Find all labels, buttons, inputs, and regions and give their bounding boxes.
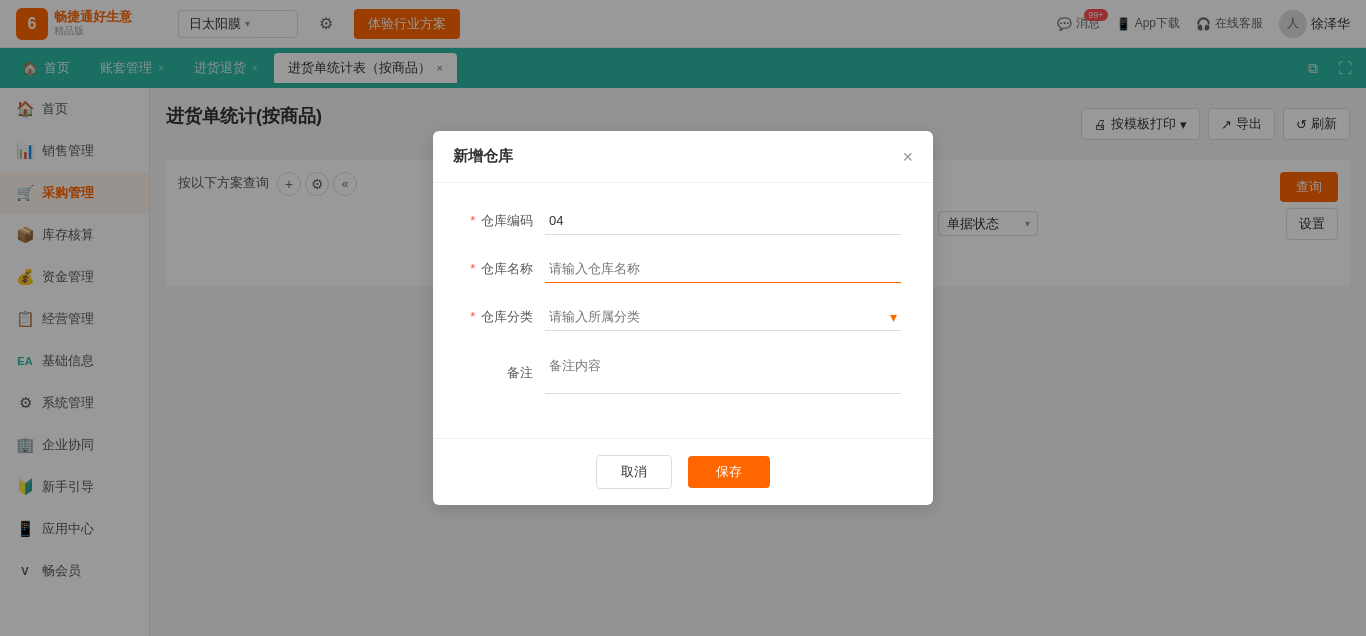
warehouse-category-select-wrap: ▾ (545, 303, 901, 331)
warehouse-name-row: * 仓库名称 (465, 255, 901, 283)
warehouse-code-input[interactable] (545, 207, 901, 235)
dialog-header: 新增仓库 × (433, 131, 933, 183)
required-star-name: * (470, 261, 475, 276)
required-star-category: * (470, 309, 475, 324)
new-warehouse-dialog: 新增仓库 × * 仓库编码 * 仓库名称 (433, 131, 933, 505)
cancel-button[interactable]: 取消 (596, 455, 672, 489)
save-button[interactable]: 保存 (688, 456, 770, 488)
warehouse-name-label: * 仓库名称 (465, 260, 545, 278)
warehouse-code-row: * 仓库编码 (465, 207, 901, 235)
warehouse-name-input[interactable] (545, 255, 901, 283)
dialog-overlay: 新增仓库 × * 仓库编码 * 仓库名称 (0, 0, 1366, 636)
note-label: 备注 (465, 364, 545, 382)
warehouse-code-label: * 仓库编码 (465, 212, 545, 230)
note-input[interactable] (545, 351, 901, 394)
note-row: 备注 (465, 351, 901, 394)
dialog-close-button[interactable]: × (902, 148, 913, 166)
warehouse-category-input[interactable] (545, 303, 901, 331)
warehouse-category-label: * 仓库分类 (465, 308, 545, 326)
warehouse-category-row: * 仓库分类 ▾ (465, 303, 901, 331)
required-star-code: * (470, 213, 475, 228)
dialog-title: 新增仓库 (453, 147, 513, 166)
dialog-body: * 仓库编码 * 仓库名称 * 仓库分类 (433, 183, 933, 438)
dialog-footer: 取消 保存 (433, 438, 933, 505)
